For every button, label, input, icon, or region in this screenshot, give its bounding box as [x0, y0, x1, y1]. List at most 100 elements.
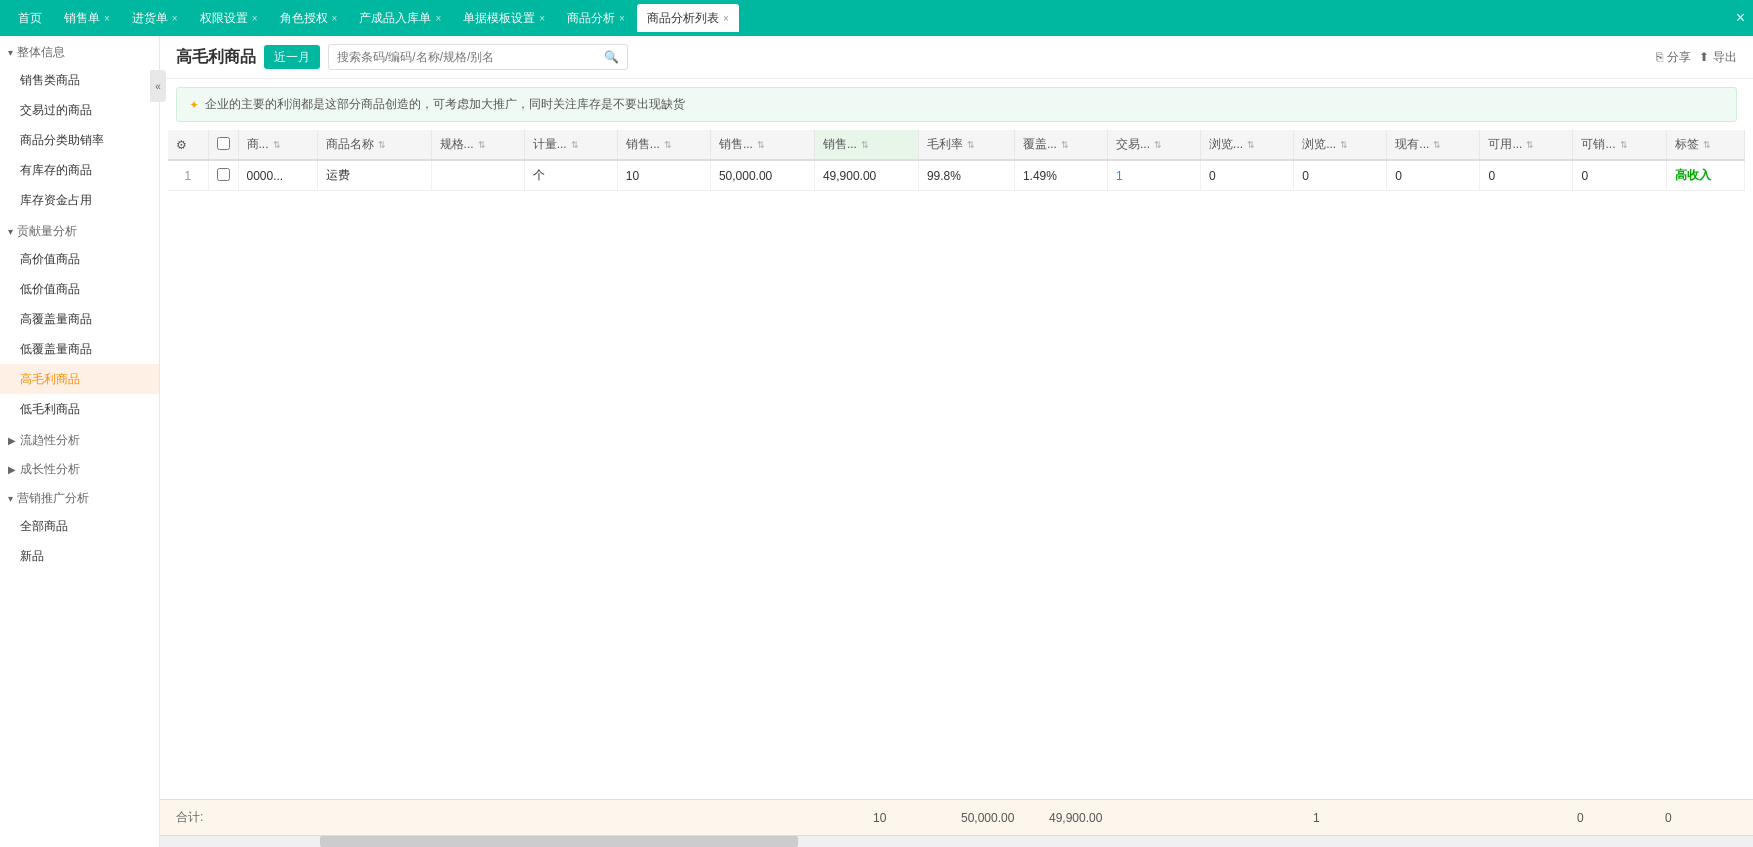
col-browse2-header[interactable]: 浏览... ⇅	[1294, 130, 1387, 160]
tab-template[interactable]: 单据模板设置 ×	[453, 4, 555, 32]
export-icon: ⬆	[1699, 50, 1709, 64]
sidebar-item-low-value[interactable]: 低价值商品	[0, 274, 159, 304]
sidebar-item-low-margin[interactable]: 低毛利商品	[0, 394, 159, 424]
page-title: 高毛利商品	[176, 47, 256, 68]
close-icon[interactable]: ×	[252, 13, 258, 24]
sidebar-group-growth[interactable]: ▶ 成长性分析	[0, 453, 159, 482]
search-box[interactable]: 🔍	[328, 44, 628, 70]
sidebar-group-overall[interactable]: ▾ 整体信息	[0, 36, 159, 65]
col-settings[interactable]: ⚙	[168, 130, 208, 160]
row-sales-qty: 10	[617, 160, 710, 191]
goods-table: ⚙ 商... ⇅ 商品名称	[168, 130, 1745, 191]
col-unit-header[interactable]: 计量... ⇅	[524, 130, 617, 160]
sort-icon: ⇅	[478, 140, 486, 150]
tab-sales[interactable]: 销售单 ×	[54, 4, 120, 32]
row-index: 1	[168, 160, 208, 191]
footer-cover-rate-spacer	[1217, 814, 1297, 822]
row-checkbox-cell[interactable]	[208, 160, 238, 191]
col-sales-cost-header[interactable]: 销售... ⇅	[814, 130, 918, 160]
col-spec-header[interactable]: 规格... ⇅	[431, 130, 524, 160]
row-tag: 高收入	[1666, 160, 1744, 191]
share-icon: ⎘	[1656, 50, 1663, 64]
row-browse1: 0	[1201, 160, 1294, 191]
close-icon[interactable]: ×	[332, 13, 338, 24]
filter-recent-month-button[interactable]: 近一月	[264, 45, 320, 69]
top-nav: 首页 销售单 × 进货单 × 权限设置 × 角色授权 × 产成品入库单 × 单据…	[0, 0, 1753, 36]
col-cover-rate-header[interactable]: 覆盖... ⇅	[1014, 130, 1107, 160]
sidebar-item-category-rate[interactable]: 商品分类助销率	[0, 125, 159, 155]
sidebar-item-traded-goods[interactable]: 交易过的商品	[0, 95, 159, 125]
col-checkbox[interactable]	[208, 130, 238, 160]
sort-icon: ⇅	[1340, 140, 1348, 150]
col-stock3-header[interactable]: 可销... ⇅	[1573, 130, 1666, 160]
row-stock2: 0	[1480, 160, 1573, 191]
close-icon[interactable]: ×	[435, 13, 441, 24]
close-icon[interactable]: ×	[723, 13, 729, 24]
tab-role[interactable]: 角色授权 ×	[270, 4, 348, 32]
footer-browse1-spacer	[1393, 814, 1473, 822]
row-checkbox[interactable]	[217, 168, 230, 181]
share-button[interactable]: ⎘ 分享	[1656, 49, 1691, 66]
tab-permission[interactable]: 权限设置 ×	[190, 4, 268, 32]
sidebar-item-sales-goods[interactable]: 销售类商品	[0, 65, 159, 95]
sort-icon: ⇅	[861, 140, 869, 150]
sidebar-item-high-margin[interactable]: 高毛利商品	[0, 364, 159, 394]
sidebar-item-all-goods[interactable]: 全部商品	[0, 511, 159, 541]
sidebar: ▾ 整体信息 销售类商品 交易过的商品 商品分类助销率 有库存的商品 库存资金占…	[0, 36, 160, 847]
sidebar-item-new-goods[interactable]: 新品	[0, 541, 159, 571]
close-icon[interactable]: ×	[172, 13, 178, 24]
table-row: 1 0000... 运费 个 10 50,000.00 49,900.00 99…	[168, 160, 1745, 191]
row-stock1: 0	[1387, 160, 1480, 191]
sidebar-item-high-value[interactable]: 高价值商品	[0, 244, 159, 274]
export-button[interactable]: ⬆ 导出	[1699, 49, 1737, 66]
sidebar-collapse-button[interactable]: «	[150, 70, 166, 102]
col-name-header[interactable]: 商品名称 ⇅	[317, 130, 431, 160]
tab-goods-analysis-list[interactable]: 商品分析列表 ×	[637, 4, 739, 32]
close-icon[interactable]: ×	[619, 13, 625, 24]
col-gross-rate-header[interactable]: 毛利率 ⇅	[918, 130, 1014, 160]
sidebar-group-marketing[interactable]: ▾ 营销推广分析	[0, 482, 159, 511]
info-icon: ✦	[189, 98, 199, 112]
close-icon[interactable]: ×	[104, 13, 110, 24]
sort-icon: ⇅	[1526, 140, 1534, 150]
window-close-button[interactable]: ×	[1736, 9, 1745, 27]
sort-icon: ⇅	[1620, 140, 1628, 150]
sidebar-item-stock-goods[interactable]: 有库存的商品	[0, 155, 159, 185]
trade-count-link[interactable]: 1	[1116, 169, 1123, 183]
sidebar-item-stock-capital[interactable]: 库存资金占用	[0, 185, 159, 215]
tab-goods-analysis[interactable]: 商品分析 ×	[557, 4, 635, 32]
col-sales-qty-header[interactable]: 销售... ⇅	[617, 130, 710, 160]
col-trade-count-header[interactable]: 交易... ⇅	[1108, 130, 1201, 160]
tab-purchase[interactable]: 进货单 ×	[122, 4, 188, 32]
sidebar-item-low-coverage[interactable]: 低覆盖量商品	[0, 334, 159, 364]
chevron-right-icon: ▶	[8, 435, 16, 446]
col-browse1-header[interactable]: 浏览... ⇅	[1201, 130, 1294, 160]
col-tag-header[interactable]: 标签 ⇅	[1666, 130, 1744, 160]
sort-icon: ⇅	[967, 140, 975, 150]
content-area: 高毛利商品 近一月 🔍 ⎘ 分享 ⬆ 导出 ✦ 企业的主	[160, 36, 1753, 847]
row-stock3: 0	[1573, 160, 1666, 191]
sidebar-group-trend[interactable]: ▶ 流趋性分析	[0, 424, 159, 453]
search-icon[interactable]: 🔍	[604, 50, 619, 64]
close-icon[interactable]: ×	[539, 13, 545, 24]
sidebar-item-high-coverage[interactable]: 高覆盖量商品	[0, 304, 159, 334]
footer-trade-count: 1	[1305, 807, 1385, 829]
col-code-header[interactable]: 商... ⇅	[238, 130, 317, 160]
search-input[interactable]	[337, 50, 604, 64]
footer-gross-rate-spacer	[1129, 814, 1209, 822]
chevron-down-icon: ▾	[8, 226, 13, 237]
tab-product-inbound[interactable]: 产成品入库单 ×	[349, 4, 451, 32]
col-sales-amt-header[interactable]: 销售... ⇅	[710, 130, 814, 160]
col-stock2-header[interactable]: 可用... ⇅	[1480, 130, 1573, 160]
col-stock1-header[interactable]: 现有... ⇅	[1387, 130, 1480, 160]
chevron-down-icon: ▾	[8, 493, 13, 504]
footer-stock1: 0	[1569, 807, 1649, 829]
scrollbar-thumb[interactable]	[320, 836, 798, 847]
select-all-checkbox[interactable]	[217, 137, 230, 150]
horizontal-scrollbar[interactable]	[160, 835, 1753, 847]
main-layout: « ▾ 整体信息 销售类商品 交易过的商品 商品分类助销率 有库存的商品 库存资…	[0, 36, 1753, 847]
footer-sales-qty: 10	[865, 807, 945, 829]
sidebar-group-contribution[interactable]: ▾ 贡献量分析	[0, 215, 159, 244]
sort-icon: ⇅	[757, 140, 765, 150]
tab-home[interactable]: 首页	[8, 4, 52, 32]
